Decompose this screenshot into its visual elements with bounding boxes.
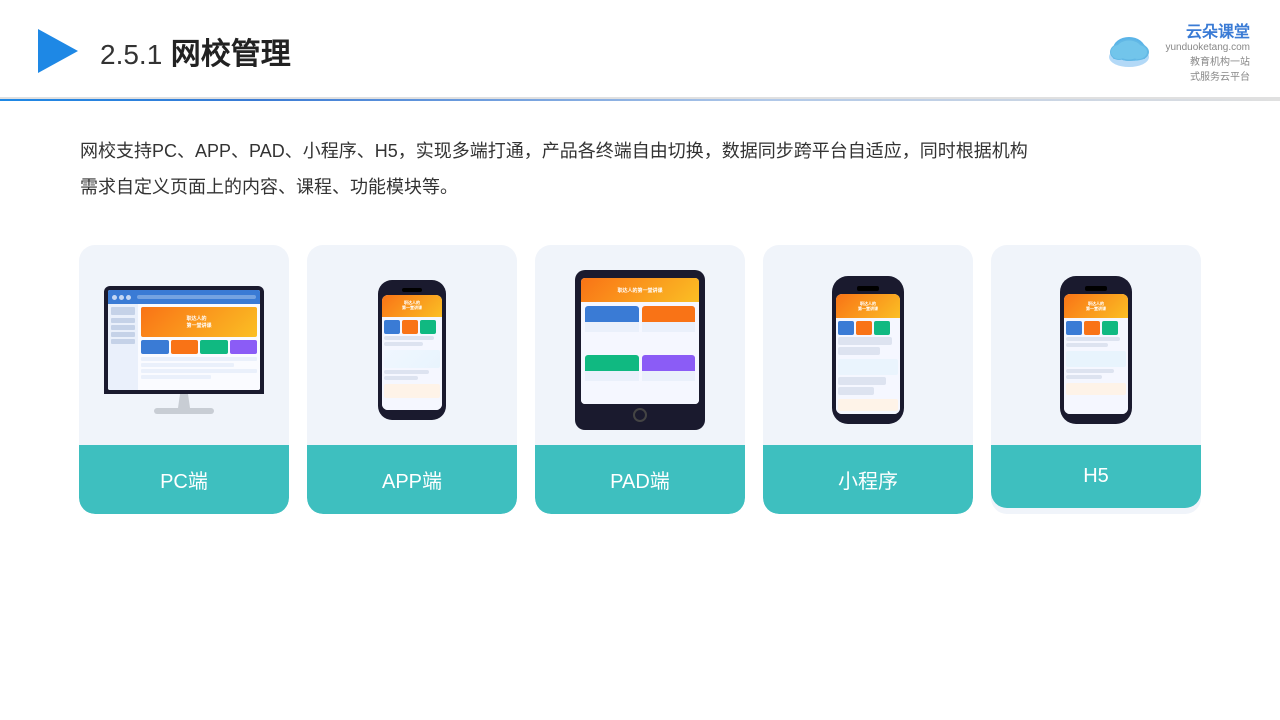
cloud-brand-icon	[1103, 31, 1155, 71]
phone-device-app: 职达人的第一堂讲课	[378, 280, 446, 420]
card-app: 职达人的第一堂讲课	[307, 245, 517, 514]
card-mini-image: 职达人的第一堂讲课	[763, 245, 973, 445]
card-pc-image: 职达人的第一堂讲课	[79, 245, 289, 445]
card-h5-label: H5	[991, 445, 1201, 508]
cards-container: 职达人的第一堂讲课	[0, 225, 1280, 544]
card-app-label: APP端	[307, 445, 517, 514]
tablet-device: 职达人的第一堂讲课	[575, 270, 705, 430]
mini-phone-device-h5: 职达人的第一堂讲课	[1060, 276, 1132, 424]
card-pc: 职达人的第一堂讲课	[79, 245, 289, 514]
card-h5: 职达人的第一堂讲课	[991, 245, 1201, 514]
page-title: 2.5.1 网校管理	[100, 29, 291, 73]
description-text: 网校支持PC、APP、PAD、小程序、H5，实现多端打通，产品各终端自由切换，数…	[0, 101, 1280, 225]
logo-icon	[30, 25, 82, 77]
card-app-image: 职达人的第一堂讲课	[307, 245, 517, 445]
card-h5-image: 职达人的第一堂讲课	[991, 245, 1201, 445]
header-left: 2.5.1 网校管理	[30, 25, 291, 77]
mini-phone-device-mini: 职达人的第一堂讲课	[832, 276, 904, 424]
brand-info: 云朵课堂 yunduoketang.com 教育机构一站式服务云平台	[1165, 18, 1250, 83]
card-pc-label: PC端	[79, 445, 289, 514]
card-mini-label: 小程序	[763, 445, 973, 514]
header-right: 云朵课堂 yunduoketang.com 教育机构一站式服务云平台	[1103, 18, 1250, 83]
card-pad: 职达人的第一堂讲课	[535, 245, 745, 514]
header: 2.5.1 网校管理 云朵课堂 yunduoketang.com 教育机构一站式…	[0, 0, 1280, 99]
card-mini: 职达人的第一堂讲课	[763, 245, 973, 514]
card-pad-image: 职达人的第一堂讲课	[535, 245, 745, 445]
card-pad-label: PAD端	[535, 445, 745, 514]
monitor-device: 职达人的第一堂讲课	[104, 286, 264, 414]
